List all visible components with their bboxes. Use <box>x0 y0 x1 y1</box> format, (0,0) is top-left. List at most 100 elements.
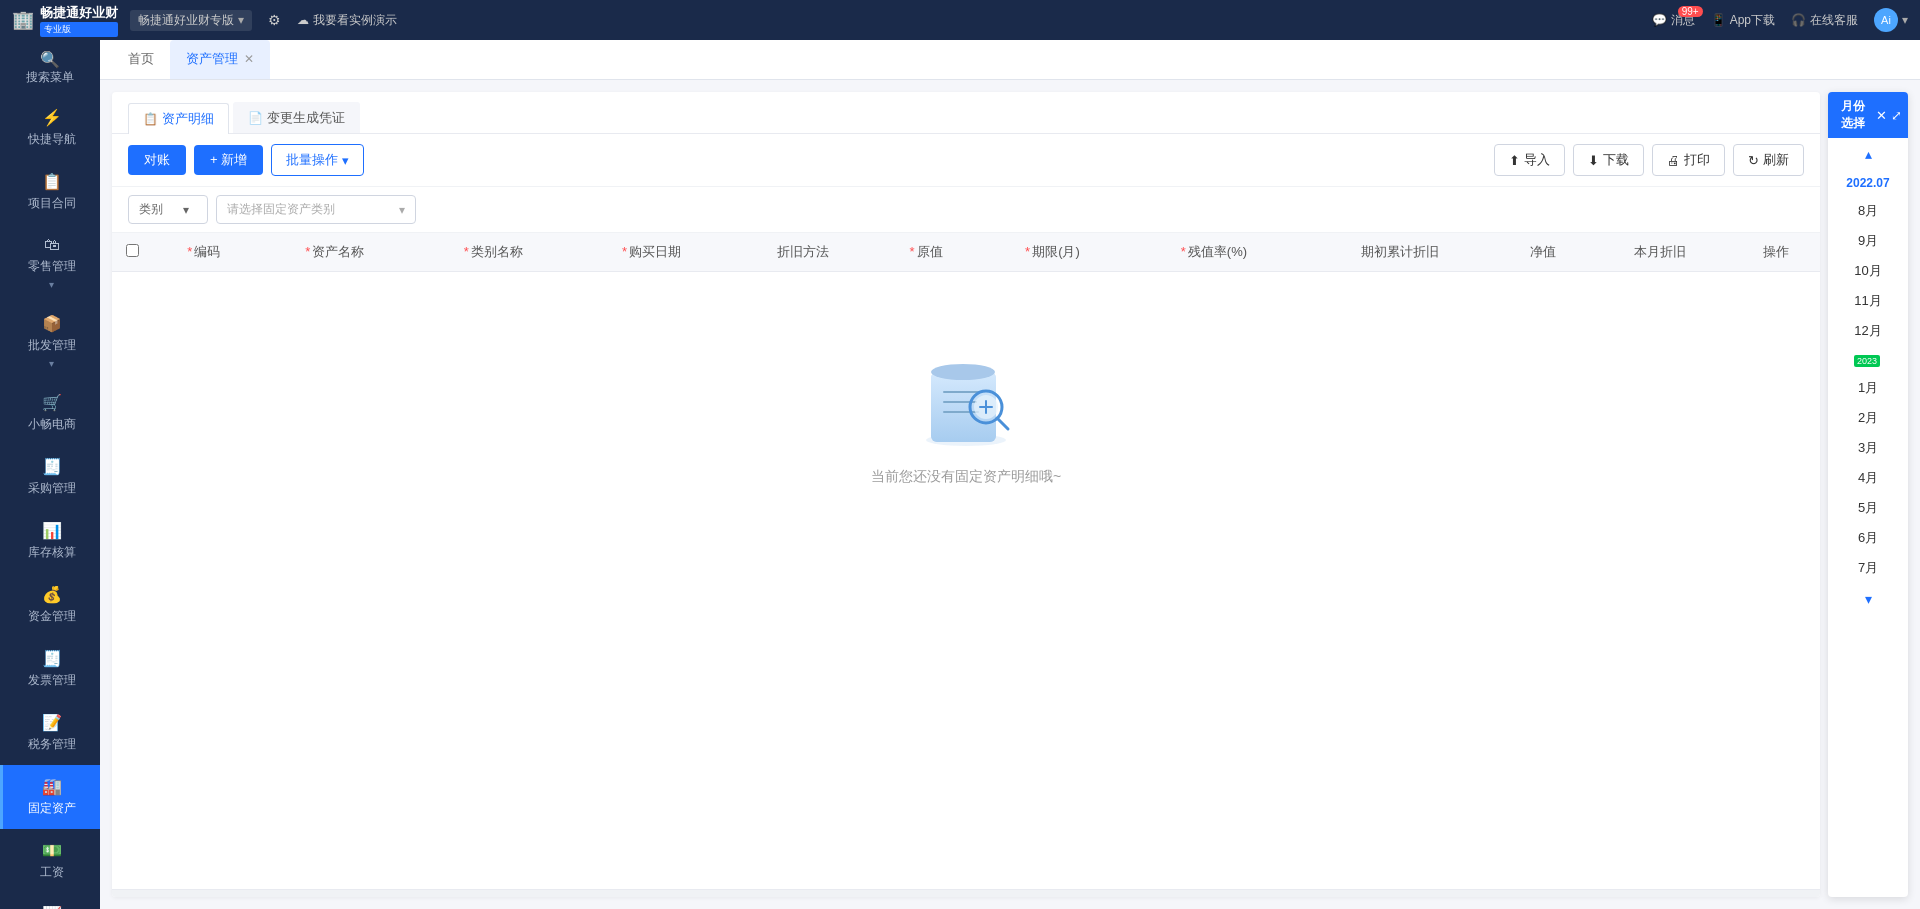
close-month-panel-button[interactable]: ✕ <box>1874 106 1889 125</box>
tab-assets[interactable]: 资产管理 ✕ <box>170 40 270 79</box>
col-accumulated-depreciation: 期初累计折旧 <box>1301 233 1499 272</box>
sidebar-item-finance[interactable]: 💰 资金管理 <box>0 573 100 637</box>
month-item-11[interactable]: 11月 <box>1828 286 1908 316</box>
purchase-icon: 🧾 <box>42 457 62 476</box>
month-item-3[interactable]: 3月 <box>1828 433 1908 463</box>
sidebar-item-retail[interactable]: 🛍 零售管理 ▾ <box>0 224 100 302</box>
empty-state: 当前您还没有固定资产明细哦~ <box>112 272 1820 566</box>
quicknav-icon: ⚡ <box>42 108 62 127</box>
month-item-5[interactable]: 5月 <box>1828 493 1908 523</box>
month-panel-title: 月份选择 <box>1832 92 1874 138</box>
month-item-2[interactable]: 2月 <box>1828 403 1908 433</box>
chevron-down-icon: ▾ <box>49 279 54 290</box>
online-service-button[interactable]: 🎧 在线客服 <box>1791 12 1858 29</box>
assets-icon: 🏭 <box>42 777 62 796</box>
month-current-display[interactable]: 2022.07 <box>1828 170 1908 196</box>
tab-home[interactable]: 首页 <box>112 40 170 79</box>
page-content: 📋 资产明细 📄 变更生成凭证 对账 + 新增 <box>100 80 1920 909</box>
col-name: *资产名称 <box>256 233 414 272</box>
chevron-down-icon: ▾ <box>1902 13 1908 27</box>
toolbar: 对账 + 新增 批量操作 ▾ ⬆ 导入 <box>112 134 1820 187</box>
select-all-header[interactable] <box>112 233 152 272</box>
app-edition: 专业版 <box>40 22 118 37</box>
company-selector[interactable]: 畅捷通好业财专版 ▾ <box>130 10 252 31</box>
sidebar-item-project[interactable]: 📋 项目合同 <box>0 160 100 224</box>
sidebar-item-operations[interactable]: 📈 经营管理 <box>0 893 100 909</box>
voucher-tab-label: 变更生成凭证 <box>267 109 345 127</box>
batch-button[interactable]: 批量操作 ▾ <box>271 144 364 176</box>
sidebar-item-tax[interactable]: 📝 税务管理 <box>0 701 100 765</box>
app-download-button[interactable]: 📱 App下载 <box>1711 12 1775 29</box>
month-item-12[interactable]: 12月 <box>1828 316 1908 346</box>
month-item-8[interactable]: 8月 <box>1828 196 1908 226</box>
reconcile-button[interactable]: 对账 <box>128 145 186 175</box>
chevron-down-icon: ▾ <box>183 203 189 217</box>
voucher-tab-icon: 📄 <box>248 111 263 125</box>
service-label: 在线客服 <box>1810 12 1858 29</box>
sidebar-item-ecommerce[interactable]: 🛒 小畅电商 <box>0 381 100 445</box>
demo-icon: ☁ <box>297 13 309 27</box>
col-original-value: *原值 <box>874 233 978 272</box>
demo-label: 我要看实例演示 <box>313 12 397 29</box>
ecommerce-icon: 🛒 <box>42 393 62 412</box>
empty-text: 当前您还没有固定资产明细哦~ <box>871 468 1061 486</box>
sidebar-item-quicknav[interactable]: ⚡ 快捷导航 <box>0 96 100 160</box>
inventory-icon: 📊 <box>42 521 62 540</box>
col-code: *编码 <box>152 233 256 272</box>
month-nav-down: ▾ <box>1828 583 1908 615</box>
app-logo: 🏢 畅捷通好业财 专业版 <box>12 4 118 37</box>
category-select-input[interactable]: 请选择固定资产类别 ▾ <box>216 195 416 224</box>
empty-illustration <box>906 352 1026 452</box>
sidebar-item-inventory[interactable]: 📊 库存核算 <box>0 509 100 573</box>
download-label: 下载 <box>1603 151 1629 169</box>
bottom-scrollbar[interactable] <box>112 889 1820 897</box>
month-prev-button[interactable]: ▴ <box>1856 142 1880 166</box>
sidebar-item-wholesale[interactable]: 📦 批发管理 ▾ <box>0 302 100 381</box>
print-button[interactable]: 🖨 打印 <box>1652 144 1725 176</box>
select-all-checkbox[interactable] <box>126 244 139 257</box>
sub-tab-voucher[interactable]: 📄 变更生成凭证 <box>233 102 360 133</box>
wholesale-icon: 📦 <box>42 314 62 333</box>
sidebar-item-payroll[interactable]: 💵 工资 <box>0 829 100 893</box>
import-button[interactable]: ⬆ 导入 <box>1494 144 1565 176</box>
month-item-9[interactable]: 9月 <box>1828 226 1908 256</box>
month-item-1[interactable]: 1月 <box>1828 373 1908 403</box>
refresh-button[interactable]: ↻ 刷新 <box>1733 144 1804 176</box>
refresh-icon: ↻ <box>1748 153 1759 168</box>
month-item-4[interactable]: 4月 <box>1828 463 1908 493</box>
col-depreciation-method: 折旧方法 <box>731 233 875 272</box>
home-tab-label: 首页 <box>128 50 154 68</box>
month-item-7[interactable]: 7月 <box>1828 553 1908 583</box>
message-badge: 99+ <box>1678 6 1703 17</box>
message-button[interactable]: 💬 消息 99+ <box>1652 12 1695 29</box>
expand-month-panel-button[interactable]: ⤢ <box>1889 106 1904 125</box>
demo-button[interactable]: ☁ 我要看实例演示 <box>297 12 397 29</box>
tab-bar: 首页 资产管理 ✕ <box>100 40 1920 80</box>
detail-tab-icon: 📋 <box>143 112 158 126</box>
download-button[interactable]: ⬇ 下载 <box>1573 144 1644 176</box>
user-menu[interactable]: Ai ▾ <box>1874 8 1908 32</box>
assets-tab-label: 资产管理 <box>186 50 238 68</box>
add-button[interactable]: + 新增 <box>194 145 263 175</box>
search-menu[interactable]: 🔍 搜索菜单 <box>0 40 100 96</box>
logo-icon: 🏢 <box>12 9 34 31</box>
user-avatar: Ai <box>1874 8 1898 32</box>
headset-icon: 🎧 <box>1791 13 1806 27</box>
sidebar-item-invoice[interactable]: 🧾 发票管理 <box>0 637 100 701</box>
settings-button[interactable]: ⚙ <box>264 8 285 32</box>
finance-icon: 💰 <box>42 585 62 604</box>
month-item-6[interactable]: 6月 <box>1828 523 1908 553</box>
close-tab-icon[interactable]: ✕ <box>244 52 254 66</box>
payroll-icon: 💵 <box>42 841 62 860</box>
print-label: 打印 <box>1684 151 1710 169</box>
app-name: 畅捷通好业财 <box>40 4 118 22</box>
sidebar-item-assets[interactable]: 🏭 固定资产 <box>0 765 100 829</box>
sub-tab-detail[interactable]: 📋 资产明细 <box>128 103 229 134</box>
download-icon: ⬇ <box>1588 153 1599 168</box>
sidebar-item-purchase[interactable]: 🧾 采购管理 <box>0 445 100 509</box>
category-filter-type[interactable]: 类别 ▾ <box>128 195 208 224</box>
month-item-10[interactable]: 10月 <box>1828 256 1908 286</box>
print-icon: 🖨 <box>1667 153 1680 168</box>
company-name: 畅捷通好业财专版 <box>138 12 234 29</box>
month-next-button[interactable]: ▾ <box>1856 587 1880 611</box>
